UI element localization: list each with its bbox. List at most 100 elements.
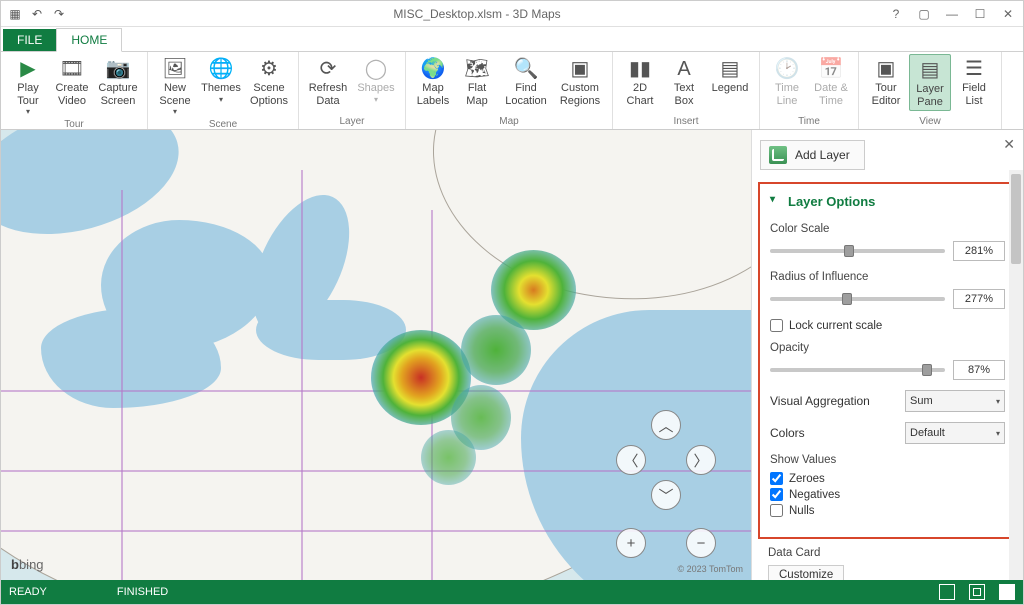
colors-select[interactable]: Default▾: [905, 422, 1005, 444]
regions-icon: ▣: [566, 56, 594, 82]
opacity-value[interactable]: 87%: [953, 360, 1005, 380]
view-mode-1-icon[interactable]: [939, 584, 955, 600]
datetime-button: 📅Date & Time: [810, 54, 852, 109]
layer-pane: ✕ Add Layer Layer Options Color Scale 28…: [751, 130, 1023, 580]
ribbon: ▶Play Tour▾ 🎞Create Video 📷Capture Scree…: [1, 52, 1023, 130]
title-bar: ▦ ↶ ↷ MISC_Desktop.xlsm - 3D Maps ? ▢ — …: [1, 1, 1023, 27]
gear-icon: ⚙: [255, 56, 283, 82]
pane-scrollbar[interactable]: [1009, 170, 1023, 580]
color-scale-label: Color Scale: [770, 223, 1005, 235]
map-copyright: © 2023 TomTom: [678, 564, 744, 574]
chart-icon: ▮▮: [626, 56, 654, 82]
visual-aggregation-select[interactable]: Sum▾: [905, 390, 1005, 412]
opacity-slider[interactable]: [770, 368, 945, 372]
bing-logo: bbing: [11, 557, 44, 572]
layer-options-header[interactable]: Layer Options: [770, 190, 1005, 219]
globe-labels-icon: 🌍: [419, 56, 447, 82]
view-mode-3-icon[interactable]: [999, 584, 1015, 600]
group-label-map: Map: [412, 115, 606, 129]
refresh-data-button[interactable]: ⟳Refresh Data: [305, 54, 351, 109]
field-list-button[interactable]: ☰Field List: [953, 54, 995, 111]
field-list-icon: ☰: [960, 56, 988, 82]
rotate-right-button[interactable]: 〉: [686, 445, 716, 475]
timeline-icon: 🕑: [773, 56, 801, 82]
status-ready: READY: [9, 586, 47, 598]
close-pane-icon[interactable]: ✕: [1003, 136, 1015, 153]
group-label-insert: Insert: [619, 115, 753, 129]
timeline-button: 🕑Time Line: [766, 54, 808, 109]
custom-regions-button[interactable]: ▣Custom Regions: [554, 54, 606, 109]
tab-home[interactable]: HOME: [56, 28, 122, 52]
zoom-out-button[interactable]: −: [686, 528, 716, 558]
play-tour-button[interactable]: ▶Play Tour▾: [7, 54, 49, 118]
status-finished: FINISHED: [117, 586, 168, 598]
tab-file[interactable]: FILE: [3, 29, 56, 51]
add-layer-icon: [769, 146, 787, 164]
window-title: MISC_Desktop.xlsm - 3D Maps: [67, 7, 887, 21]
rotate-left-button[interactable]: 〈: [616, 445, 646, 475]
visual-aggregation-label: Visual Aggregation: [770, 394, 870, 408]
shapes-icon: ◯: [362, 56, 390, 82]
radius-slider[interactable]: [770, 297, 945, 301]
search-location-icon: 🔍: [512, 56, 540, 82]
nulls-checkbox[interactable]: Nulls: [770, 504, 1005, 517]
legend-icon: ▤: [716, 56, 744, 82]
layer-pane-button[interactable]: ▤Layer Pane: [909, 54, 951, 111]
globe-icon: 🌐: [207, 56, 235, 82]
maximize-icon[interactable]: ☐: [971, 7, 989, 21]
excel-logo-icon: ▦: [7, 6, 23, 22]
customize-button[interactable]: Customize: [768, 565, 844, 580]
create-video-button[interactable]: 🎞Create Video: [51, 54, 93, 118]
undo-icon[interactable]: ↶: [29, 6, 45, 22]
legend-button[interactable]: ▤Legend: [707, 54, 753, 109]
layer-pane-icon: ▤: [916, 57, 944, 83]
status-bar: READY FINISHED: [1, 580, 1023, 604]
tour-editor-icon: ▣: [872, 56, 900, 82]
tilt-up-button[interactable]: ︿: [651, 410, 681, 440]
capture-screen-button[interactable]: 📷Capture Screen: [95, 54, 141, 118]
2d-chart-button[interactable]: ▮▮2D Chart: [619, 54, 661, 109]
play-icon: ▶: [14, 56, 42, 82]
calendar-icon: 📅: [817, 56, 845, 82]
find-location-button[interactable]: 🔍Find Location: [500, 54, 552, 109]
map-labels-button[interactable]: 🌍Map Labels: [412, 54, 454, 109]
group-label-view: View: [865, 115, 995, 129]
new-scene-button[interactable]: 🖼New Scene▾: [154, 54, 196, 118]
tilt-down-button[interactable]: ﹀: [651, 480, 681, 510]
video-icon: 🎞: [58, 56, 86, 82]
tour-editor-button[interactable]: ▣Tour Editor: [865, 54, 907, 111]
color-scale-value[interactable]: 281%: [953, 241, 1005, 261]
new-scene-icon: 🖼: [161, 56, 189, 82]
view-mode-2-icon[interactable]: [969, 584, 985, 600]
flat-map-icon: 🗺: [463, 56, 491, 82]
shapes-button: ◯Shapes▾: [353, 54, 399, 109]
map-canvas[interactable]: bbing © 2023 TomTom ︿ 〈 〉 ﹀ + −: [1, 130, 751, 580]
group-label-time: Time: [766, 115, 852, 129]
help-icon[interactable]: ?: [887, 7, 905, 21]
lock-scale-checkbox[interactable]: Lock current scale: [770, 319, 1005, 332]
ribbon-tabs: FILE HOME: [1, 27, 1023, 52]
data-card-label: Data Card: [768, 547, 1023, 559]
redo-icon[interactable]: ↷: [51, 6, 67, 22]
close-icon[interactable]: ✕: [999, 7, 1017, 21]
colors-label: Colors: [770, 426, 805, 440]
add-layer-button[interactable]: Add Layer: [760, 140, 865, 170]
layer-options-panel: Layer Options Color Scale 281% Radius of…: [758, 182, 1017, 539]
color-scale-slider[interactable]: [770, 249, 945, 253]
group-label-layer: Layer: [305, 115, 399, 129]
zoom-in-button[interactable]: +: [616, 528, 646, 558]
radius-label: Radius of Influence: [770, 271, 1005, 283]
text-box-button[interactable]: AText Box: [663, 54, 705, 109]
ribbon-options-icon[interactable]: ▢: [915, 7, 933, 21]
camera-icon: 📷: [104, 56, 132, 82]
scene-options-button[interactable]: ⚙Scene Options: [246, 54, 292, 118]
minimize-icon[interactable]: —: [943, 7, 961, 21]
flat-map-button[interactable]: 🗺Flat Map: [456, 54, 498, 109]
opacity-label: Opacity: [770, 342, 1005, 354]
negatives-checkbox[interactable]: Negatives: [770, 488, 1005, 501]
textbox-icon: A: [670, 56, 698, 82]
themes-button[interactable]: 🌐Themes▾: [198, 54, 244, 118]
radius-value[interactable]: 277%: [953, 289, 1005, 309]
zeroes-checkbox[interactable]: Zeroes: [770, 472, 1005, 485]
refresh-icon: ⟳: [314, 56, 342, 82]
